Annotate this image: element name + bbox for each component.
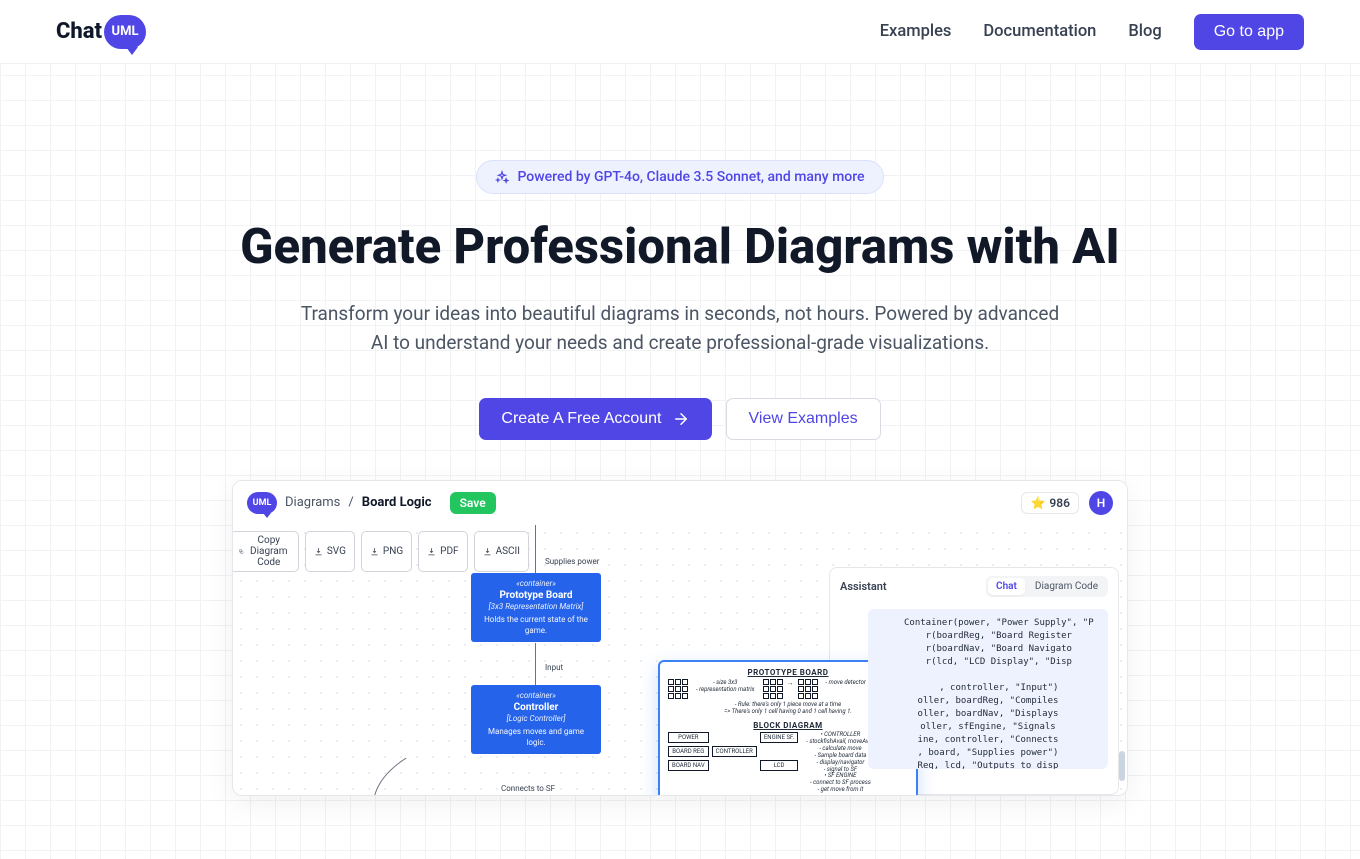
pdf-label: PDF bbox=[440, 546, 458, 557]
sparkle-icon bbox=[495, 170, 509, 184]
crumb-root: Diagrams bbox=[285, 495, 340, 510]
node2-sub: [Logic Controller] bbox=[479, 714, 593, 724]
sk-box-board: BOARD REG bbox=[668, 746, 709, 757]
nav-documentation[interactable]: Documentation bbox=[983, 22, 1096, 41]
credits-value: 986 bbox=[1049, 496, 1070, 510]
breadcrumb: UML Diagrams / Board Logic Save bbox=[247, 492, 496, 514]
sk-box-nav: BOARD NAV bbox=[668, 760, 709, 771]
nav-blog[interactable]: Blog bbox=[1128, 22, 1161, 41]
sketch-bullets: • CONTROLLER - stockfishAvail, moveAvail… bbox=[806, 732, 874, 794]
cta-row: Create A Free Account View Examples bbox=[0, 398, 1360, 440]
logo-text: Chat bbox=[56, 19, 102, 44]
export-svg-button[interactable]: SVG bbox=[305, 531, 355, 572]
site-header: Chat UML Examples Documentation Blog Go … bbox=[0, 0, 1360, 64]
logo[interactable]: Chat UML bbox=[56, 15, 146, 49]
export-png-button[interactable]: PNG bbox=[361, 531, 412, 572]
download-icon bbox=[370, 547, 379, 556]
view-examples-button[interactable]: View Examples bbox=[726, 398, 881, 440]
hero-section: Powered by GPT-4o, Claude 3.5 Sonnet, an… bbox=[0, 64, 1360, 796]
node2-stereo: «container» bbox=[479, 691, 593, 701]
hero-title: Generate Professional Diagrams with AI bbox=[230, 218, 1130, 277]
mock-logo: UML bbox=[247, 492, 277, 514]
mock-titlebar: UML Diagrams / Board Logic Save ⭐ 986 H bbox=[233, 481, 1127, 525]
panel-scrollbar-thumb[interactable] bbox=[1119, 751, 1125, 781]
mock-body: Copy Diagram Code SVG PNG PDF bbox=[233, 525, 1127, 795]
edge-connects-label: Connects to SF bbox=[501, 784, 555, 793]
node-prototype-board[interactable]: «container» Prototype Board [3x3 Represe… bbox=[471, 573, 601, 643]
export-pdf-button[interactable]: PDF bbox=[418, 531, 467, 572]
node1-name: Prototype Board bbox=[479, 589, 593, 602]
node2-name: Controller bbox=[479, 701, 593, 714]
main-nav: Examples Documentation Blog Go to app bbox=[880, 14, 1304, 50]
powered-by-badge: Powered by GPT-4o, Claude 3.5 Sonnet, an… bbox=[476, 160, 883, 194]
sketch-notes-left: - size 3x3- representation matrix bbox=[696, 679, 755, 699]
svg-label: SVG bbox=[327, 546, 346, 557]
sketch-grid-icon bbox=[763, 679, 783, 699]
panel-scrollbar-track bbox=[1119, 531, 1125, 789]
node1-stereo: «container» bbox=[479, 579, 593, 589]
hero-subtitle: Transform your ideas into beautiful diag… bbox=[290, 299, 1070, 358]
connector-line bbox=[535, 525, 536, 573]
sketch-move-note: - move detector bbox=[826, 679, 866, 699]
badge-text: Powered by GPT-4o, Claude 3.5 Sonnet, an… bbox=[517, 169, 864, 185]
go-to-app-button[interactable]: Go to app bbox=[1194, 14, 1304, 50]
tab-chat[interactable]: Chat bbox=[988, 578, 1025, 595]
sketch-grid-icon bbox=[798, 679, 818, 699]
assistant-code-bubble[interactable]: Container(power, "Power Supply", "P r(bo… bbox=[868, 609, 1108, 769]
save-button[interactable]: Save bbox=[450, 492, 496, 514]
assistant-label: Assistant bbox=[840, 580, 887, 593]
node1-sub: [3x3 Representation Matrix] bbox=[479, 602, 593, 612]
panel-tabs: Chat Diagram Code bbox=[986, 576, 1108, 597]
export-toolbar: Copy Diagram Code SVG PNG PDF bbox=[232, 531, 529, 572]
create-account-button[interactable]: Create A Free Account bbox=[479, 398, 711, 440]
primary-cta-label: Create A Free Account bbox=[501, 410, 661, 428]
download-icon bbox=[427, 547, 436, 556]
app-screenshot: UML Diagrams / Board Logic Save ⭐ 986 H bbox=[232, 480, 1128, 796]
mock-right-controls: ⭐ 986 H bbox=[1021, 491, 1113, 515]
credits-pill[interactable]: ⭐ 986 bbox=[1021, 492, 1079, 514]
ascii-label: ASCII bbox=[496, 546, 520, 557]
sk-box-controller: CONTROLLER bbox=[712, 746, 757, 757]
export-ascii-button[interactable]: ASCII bbox=[474, 531, 529, 572]
diagram-canvas[interactable]: Copy Diagram Code SVG PNG PDF bbox=[233, 525, 829, 795]
copy-code-label: Copy Diagram Code bbox=[248, 535, 290, 568]
png-label: PNG bbox=[383, 546, 403, 557]
avatar[interactable]: H bbox=[1089, 491, 1113, 515]
crumb-separator: / bbox=[348, 495, 353, 510]
download-icon bbox=[483, 547, 492, 556]
copy-code-button[interactable]: Copy Diagram Code bbox=[232, 531, 299, 572]
copy-icon bbox=[239, 547, 243, 556]
nav-examples[interactable]: Examples bbox=[880, 22, 952, 41]
logo-bubble: UML bbox=[104, 15, 146, 49]
sk-box-power: POWER bbox=[668, 732, 709, 743]
panel-header: Assistant Chat Diagram Code bbox=[830, 568, 1118, 605]
assistant-panel: Assistant Chat Diagram Code Container(po… bbox=[829, 567, 1119, 795]
connector-line bbox=[535, 643, 536, 685]
sk-box-engine: ENGINE SF. bbox=[760, 732, 798, 743]
star-icon: ⭐ bbox=[1030, 496, 1045, 510]
download-icon bbox=[314, 547, 323, 556]
tab-diagram-code[interactable]: Diagram Code bbox=[1027, 578, 1106, 595]
arrow-right-icon bbox=[672, 410, 690, 428]
crumb-current: Board Logic bbox=[362, 495, 432, 510]
edge-supplies-label: Supplies power bbox=[545, 557, 599, 566]
edge-input-label: Input bbox=[545, 663, 563, 672]
node1-desc: Holds the current state of the game. bbox=[479, 615, 593, 636]
sk-box-lcd: LCD bbox=[760, 760, 798, 771]
sketch-grid-icon bbox=[668, 679, 688, 699]
